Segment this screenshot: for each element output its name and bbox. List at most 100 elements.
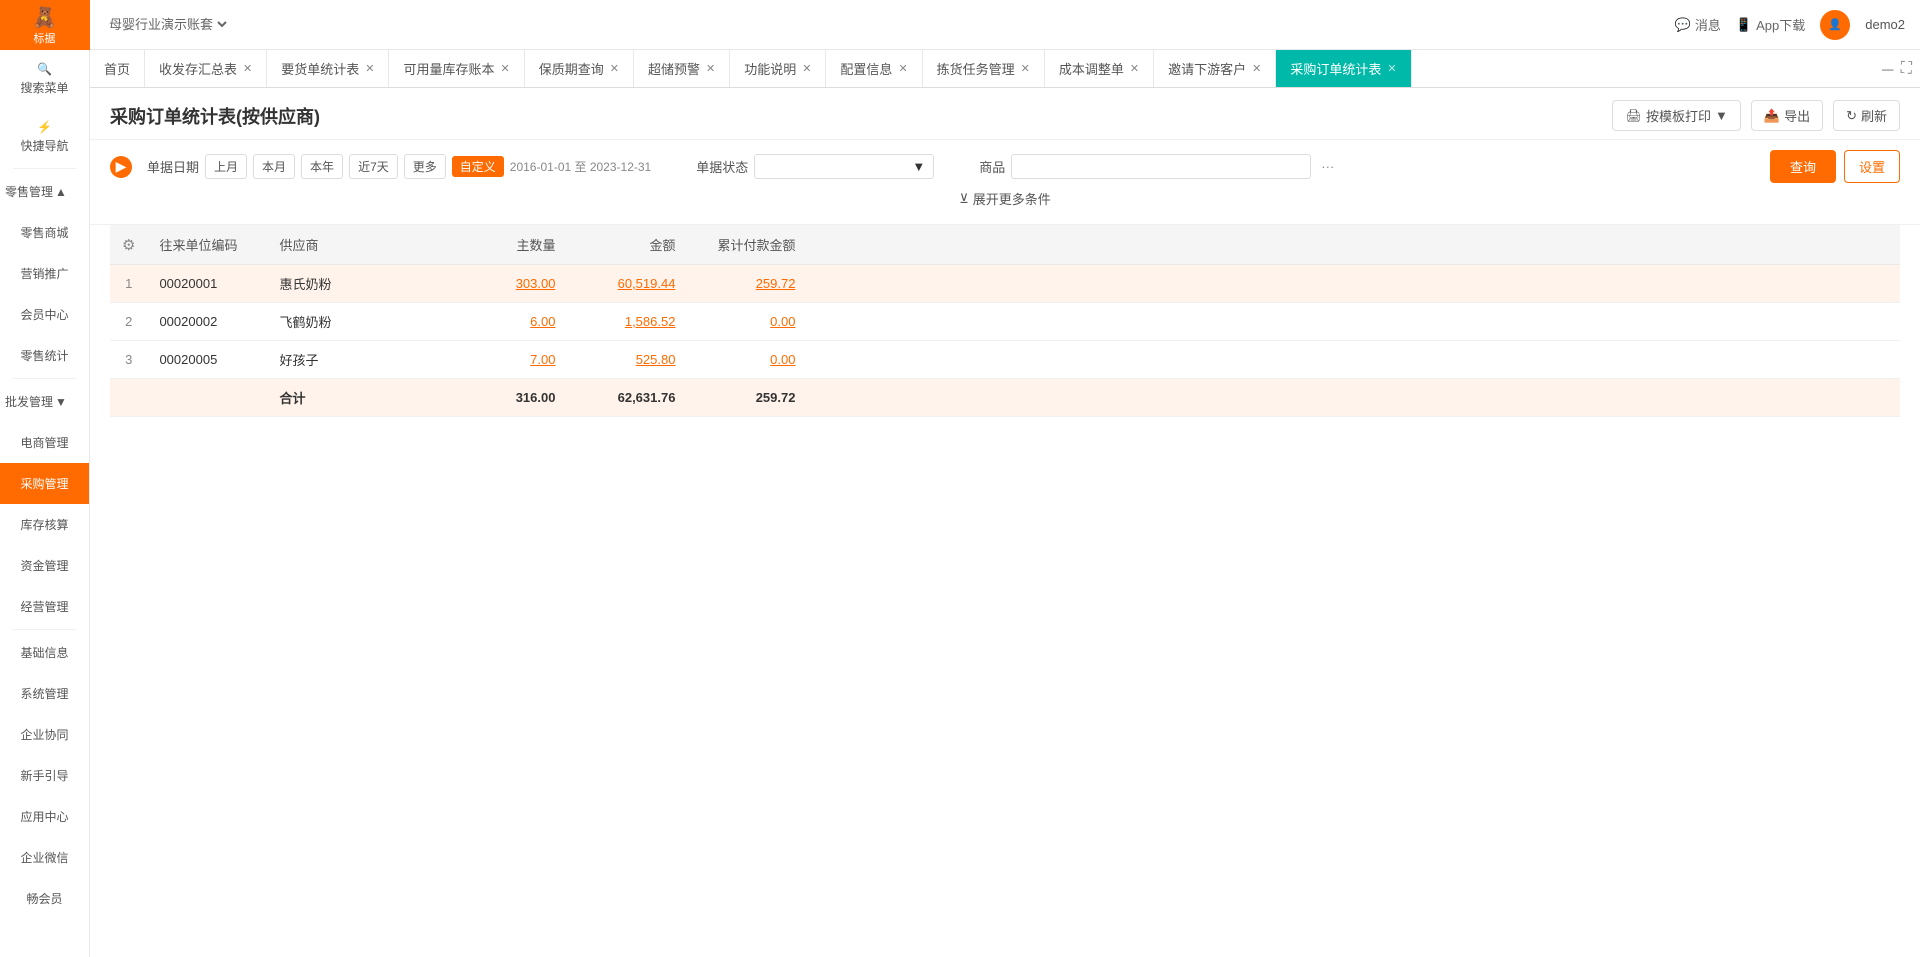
col-supplier-header: 供应商 bbox=[267, 225, 467, 265]
tab-label: 邀请下游客户 bbox=[1168, 59, 1246, 78]
sidebar-item-wholesale[interactable]: 批发管理 ▼ bbox=[0, 381, 89, 422]
qty-link[interactable]: 6.00 bbox=[530, 314, 555, 329]
row-extra bbox=[807, 341, 1900, 379]
tab-receive-summary[interactable]: 收发存汇总表 ✕ bbox=[145, 50, 267, 88]
paid-link[interactable]: 0.00 bbox=[770, 314, 795, 329]
chevron-down-icon: ▼ bbox=[55, 395, 67, 409]
paid-link[interactable]: 0.00 bbox=[770, 352, 795, 367]
sidebar-item-retail-mall[interactable]: 零售商城 bbox=[0, 212, 89, 253]
tab-function-desc[interactable]: 功能说明 ✕ bbox=[730, 50, 826, 88]
sidebar-item-marketing[interactable]: 营销推广 bbox=[0, 253, 89, 294]
tab-close-icon[interactable]: ✕ bbox=[898, 62, 907, 75]
sidebar-item-apps[interactable]: 应用中心 bbox=[0, 796, 89, 837]
sidebar-item-retail[interactable]: 零售管理 ▲ bbox=[0, 171, 89, 212]
status-select[interactable]: ▼ bbox=[754, 154, 934, 179]
filter-area: ▶ 单据日期 上月 本月 本年 近7天 更多 自定义 2016-01-01 至 … bbox=[90, 140, 1920, 225]
date-btn-more[interactable]: 更多 bbox=[404, 154, 446, 179]
qty-link[interactable]: 7.00 bbox=[530, 352, 555, 367]
row-num: 3 bbox=[110, 341, 147, 379]
col-paid-header: 累计付款金额 bbox=[687, 225, 807, 265]
paid-link[interactable]: 259.72 bbox=[756, 276, 796, 291]
goods-input[interactable] bbox=[1011, 154, 1311, 179]
sidebar-item-member[interactable]: 会员中心 bbox=[0, 294, 89, 335]
tab-warranty-query[interactable]: 保质期查询 ✕ bbox=[525, 50, 634, 88]
chevron-up-icon: ▲ bbox=[55, 185, 67, 199]
tab-close-icon[interactable]: ✕ bbox=[501, 62, 510, 75]
goods-label: 商品 bbox=[979, 157, 1005, 176]
amount-link[interactable]: 60,519.44 bbox=[618, 276, 676, 291]
expand-more-button[interactable]: ⊻ 展开更多条件 bbox=[959, 189, 1051, 208]
tab-close-icon[interactable]: ✕ bbox=[365, 62, 374, 75]
tab-available-inventory[interactable]: 可用量库存账本 ✕ bbox=[389, 50, 524, 88]
tab-invite-downstream[interactable]: 邀请下游客户 ✕ bbox=[1154, 50, 1276, 88]
row-qty: 7.00 bbox=[467, 341, 567, 379]
sidebar-item-wechat[interactable]: 企业微信 bbox=[0, 837, 89, 878]
more-options-icon[interactable]: ··· bbox=[1321, 159, 1334, 174]
column-settings-icon[interactable]: ⚙ bbox=[122, 237, 135, 254]
search-icon: 🔍 bbox=[37, 62, 52, 76]
sidebar-item-retail-stats[interactable]: 零售统计 bbox=[0, 335, 89, 376]
sidebar-item-ecommerce[interactable]: 电商管理 bbox=[0, 422, 89, 463]
tab-overstock-warning[interactable]: 超储预警 ✕ bbox=[634, 50, 730, 88]
tab-goods-summary[interactable]: 要货单统计表 ✕ bbox=[267, 50, 389, 88]
row-code: 00020001 bbox=[147, 265, 267, 303]
sidebar-item-vip[interactable]: 畅会员 bbox=[0, 878, 89, 919]
download-icon: 📱 bbox=[1736, 17, 1752, 33]
row-code: 00020002 bbox=[147, 303, 267, 341]
footer-extra bbox=[807, 379, 1900, 417]
sidebar-item-guide[interactable]: 新手引导 bbox=[0, 755, 89, 796]
date-btn-last-month[interactable]: 上月 bbox=[205, 154, 247, 179]
tab-close-icon[interactable]: ✕ bbox=[1387, 62, 1396, 75]
tab-cost-adjust[interactable]: 成本调整单 ✕ bbox=[1045, 50, 1154, 88]
sidebar-item-quicknav[interactable]: ⚡ 快捷导航 bbox=[0, 108, 89, 166]
tab-minimize-icon[interactable]: － bbox=[1880, 57, 1896, 81]
tab-stacking-task[interactable]: 拣货任务管理 ✕ bbox=[923, 50, 1045, 88]
expand-more-row: ⊻ 展开更多条件 bbox=[110, 183, 1900, 214]
date-btn-7days[interactable]: 近7天 bbox=[349, 154, 398, 179]
tab-close-icon[interactable]: ✕ bbox=[610, 62, 619, 75]
export-button[interactable]: 📤 导出 bbox=[1751, 100, 1823, 131]
sidebar-item-finance[interactable]: 资金管理 bbox=[0, 545, 89, 586]
tab-close-icon[interactable]: ✕ bbox=[1021, 62, 1030, 75]
tab-close-icon[interactable]: ✕ bbox=[802, 62, 811, 75]
print-button[interactable]: 🖨 按模板打印 ▼ bbox=[1612, 100, 1740, 131]
app-download-action[interactable]: 📱 App下载 bbox=[1736, 15, 1805, 34]
org-selector[interactable]: 母婴行业演示账套 bbox=[105, 16, 230, 33]
refresh-button[interactable]: ↻ 刷新 bbox=[1833, 100, 1900, 131]
query-button[interactable]: 查询 bbox=[1770, 150, 1836, 183]
tab-label: 超储预警 bbox=[648, 59, 700, 78]
filter-toggle-button[interactable]: ▶ bbox=[110, 156, 132, 178]
sidebar-item-system[interactable]: 系统管理 bbox=[0, 673, 89, 714]
footer-paid: 259.72 bbox=[687, 379, 807, 417]
message-action[interactable]: 💬 消息 bbox=[1675, 15, 1721, 34]
sidebar-item-purchase[interactable]: 采购管理 bbox=[0, 463, 89, 504]
amount-link[interactable]: 1,586.52 bbox=[625, 314, 676, 329]
sidebar-item-search[interactable]: 🔍 搜索菜单 bbox=[0, 50, 89, 108]
settings-button[interactable]: 设置 bbox=[1844, 150, 1900, 183]
row-amount: 525.80 bbox=[567, 341, 687, 379]
tab-label: 拣货任务管理 bbox=[937, 59, 1015, 78]
tab-label: 配置信息 bbox=[840, 59, 892, 78]
sidebar-item-basic[interactable]: 基础信息 bbox=[0, 632, 89, 673]
sidebar-item-inventory[interactable]: 库存核算 bbox=[0, 504, 89, 545]
header-actions: 🖨 按模板打印 ▼ 📤 导出 ↻ 刷新 bbox=[1612, 100, 1900, 131]
user-avatar[interactable]: 👤 bbox=[1820, 10, 1850, 40]
tab-close-icon[interactable]: ✕ bbox=[706, 62, 715, 75]
print-dropdown-icon: ▼ bbox=[1715, 108, 1728, 123]
amount-link[interactable]: 525.80 bbox=[636, 352, 676, 367]
app-logo[interactable]: 🧸 标据 bbox=[0, 0, 90, 50]
qty-link[interactable]: 303.00 bbox=[516, 276, 556, 291]
date-btn-this-month[interactable]: 本月 bbox=[253, 154, 295, 179]
tab-expand-icon[interactable]: ⛶ bbox=[1901, 60, 1912, 78]
tab-close-icon[interactable]: ✕ bbox=[243, 62, 252, 75]
sidebar-item-operations[interactable]: 经营管理 bbox=[0, 586, 89, 627]
tab-close-icon[interactable]: ✕ bbox=[1130, 62, 1139, 75]
tab-close-icon[interactable]: ✕ bbox=[1252, 62, 1261, 75]
date-btn-this-year[interactable]: 本年 bbox=[301, 154, 343, 179]
logo-text: 标据 bbox=[32, 30, 57, 46]
tab-purchase-summary[interactable]: 采购订单统计表 ✕ bbox=[1276, 50, 1411, 88]
footer-empty2 bbox=[147, 379, 267, 417]
tab-home[interactable]: 首页 bbox=[90, 50, 145, 88]
sidebar-item-enterprise[interactable]: 企业协同 bbox=[0, 714, 89, 755]
tab-config-info[interactable]: 配置信息 ✕ bbox=[826, 50, 922, 88]
